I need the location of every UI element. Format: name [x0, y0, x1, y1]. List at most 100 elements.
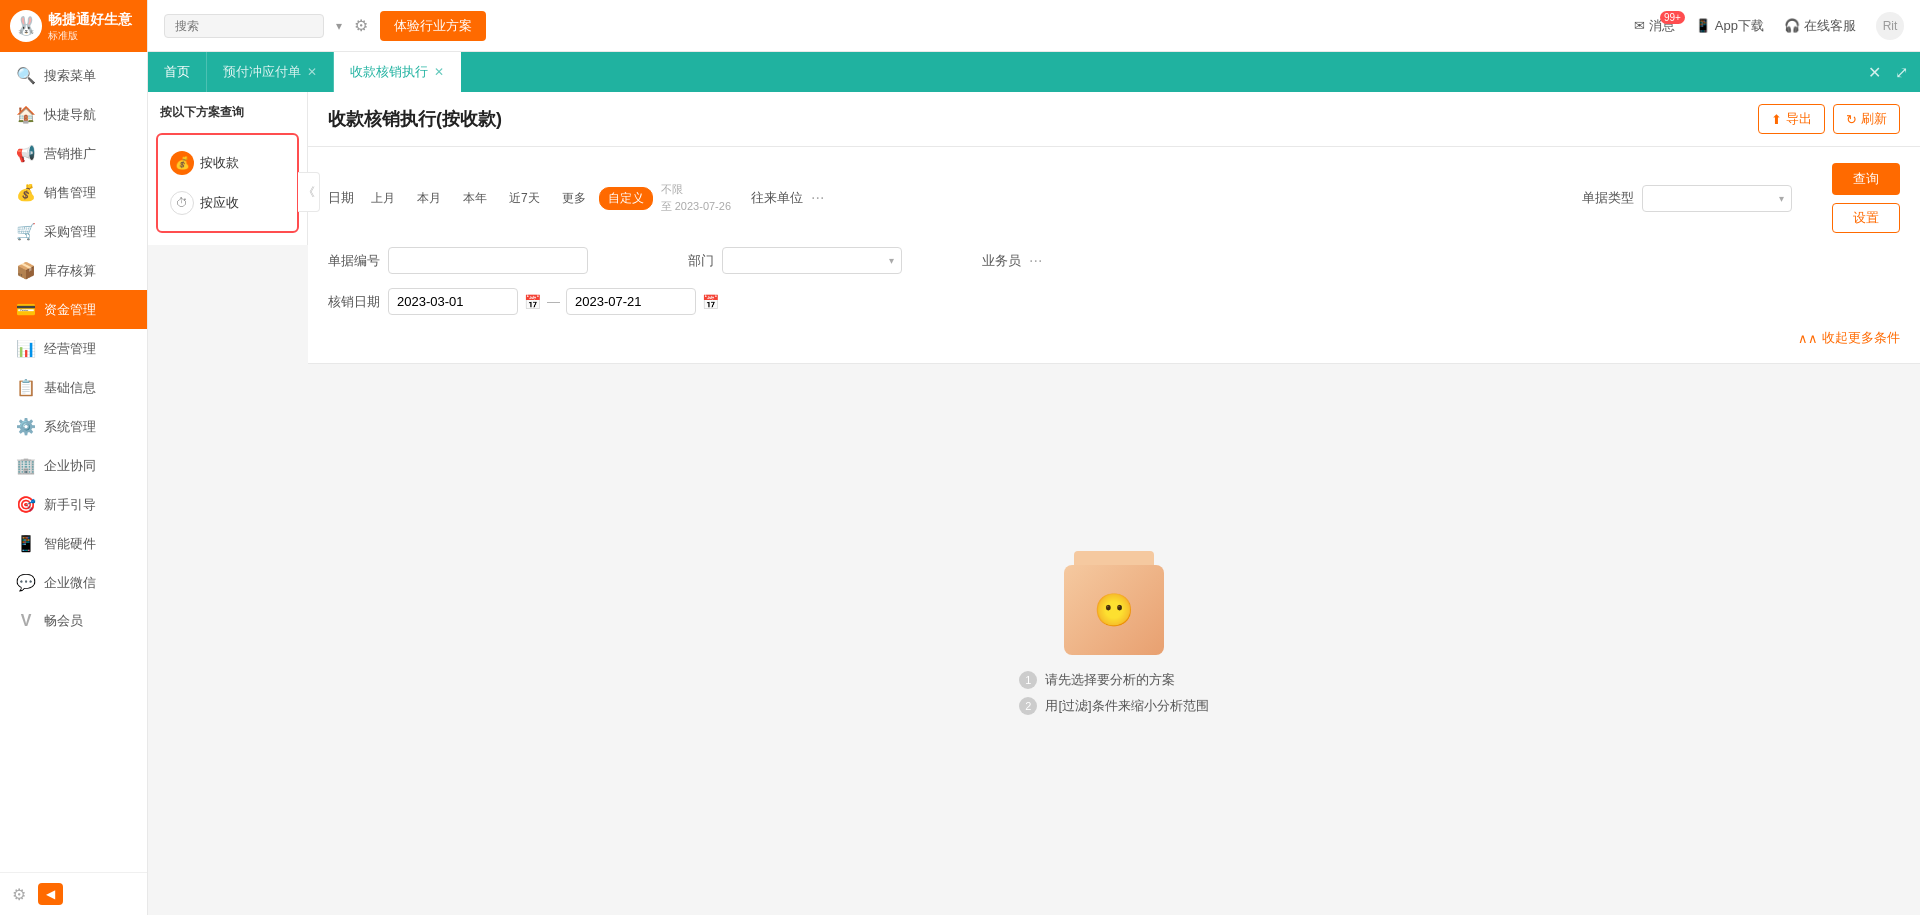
main-area: ▾ ⚙ 体验行业方案 ✉ 消息 99+ 📱 App下载 🎧 在线客服 Rit — [148, 0, 1920, 915]
calendar-end-icon[interactable]: 📅 — [702, 294, 719, 310]
sales-icon: 💰 — [16, 183, 36, 202]
filter-by-receipt[interactable]: 💰 按收款 — [162, 143, 293, 183]
tab-close-icon[interactable]: ✕ — [434, 65, 444, 79]
offset-date-start-input[interactable] — [388, 288, 518, 315]
search-input[interactable] — [164, 14, 324, 38]
sidebar-logo: 🐰 畅捷通好生意 标准版 — [0, 0, 147, 52]
left-panel-collapse-btn[interactable]: 《 — [298, 172, 320, 212]
sidebar-item-inventory[interactable]: 📦 库存核算 — [0, 251, 147, 290]
left-panel-title: 按以下方案查询 — [156, 104, 299, 121]
filter-by-receivable[interactable]: ⏱ 按应收 — [162, 183, 293, 223]
sidebar-item-label: 采购管理 — [44, 223, 96, 241]
sidebar-item-quick-nav[interactable]: 🏠 快捷导航 — [0, 95, 147, 134]
sidebar-item-business[interactable]: 📊 经营管理 — [0, 329, 147, 368]
message-button[interactable]: ✉ 消息 99+ — [1634, 17, 1675, 35]
logo-sub-text: 标准版 — [48, 29, 132, 42]
hint-number-2: 2 — [1019, 697, 1037, 715]
app-label: App下载 — [1715, 17, 1764, 35]
tab-prepay-offset[interactable]: 预付冲应付单 ✕ — [207, 52, 334, 92]
sidebar-item-system[interactable]: ⚙️ 系统管理 — [0, 407, 147, 446]
sidebar-collapse-btn[interactable]: ◀ — [38, 883, 63, 905]
counterpart-more-icon[interactable]: ··· — [811, 189, 824, 207]
date-to-text: 至 2023-07-26 — [661, 199, 731, 214]
date-label: 日期 — [328, 189, 354, 207]
date-btn-this-month[interactable]: 本月 — [408, 187, 450, 210]
solution-button[interactable]: 体验行业方案 — [380, 11, 486, 41]
tab-receipt-offset[interactable]: 收款核销执行 ✕ — [334, 52, 461, 92]
collapse-more-label: 收起更多条件 — [1822, 329, 1900, 347]
logo-icon: 🐰 — [10, 10, 42, 42]
sidebar-item-label: 基础信息 — [44, 379, 96, 397]
tab-home[interactable]: 首页 — [148, 52, 207, 92]
main-content: 收款核销执行(按收款) ⬆ 导出 ↻ 刷新 — [308, 92, 1920, 915]
avatar: Rit — [1876, 12, 1904, 40]
date-btn-this-year[interactable]: 本年 — [454, 187, 496, 210]
filter-area: 日期 上月 本月 本年 近7天 更多 自定义 不限 至 — [308, 147, 1920, 364]
sidebar-item-enterprise[interactable]: 🏢 企业协同 — [0, 446, 147, 485]
filter-row-3: 核销日期 📅 — 📅 — [328, 288, 1900, 315]
sidebar-item-basic-info[interactable]: 📋 基础信息 — [0, 368, 147, 407]
sidebar-item-purchase[interactable]: 🛒 采购管理 — [0, 212, 147, 251]
user-profile[interactable]: Rit — [1876, 12, 1904, 40]
app-download-button[interactable]: 📱 App下载 — [1695, 17, 1764, 35]
settings-button[interactable]: 设置 — [1832, 203, 1900, 233]
empty-state: 😶 1 请先选择要分析的方案 2 用[过滤]条件来缩小分析范围 — [308, 364, 1920, 915]
staff-more-icon[interactable]: ··· — [1029, 252, 1042, 270]
sidebar-item-label: 新手引导 — [44, 496, 96, 514]
doc-type-select[interactable] — [1642, 185, 1792, 212]
sidebar-item-label: 销售管理 — [44, 184, 96, 202]
export-button[interactable]: ⬆ 导出 — [1758, 104, 1825, 134]
receivable-icon: ⏱ — [170, 191, 194, 215]
date-btn-custom[interactable]: 自定义 — [599, 187, 653, 210]
query-button[interactable]: 查询 — [1832, 163, 1900, 195]
collapse-more-btn[interactable]: ∧∧ 收起更多条件 — [328, 329, 1900, 347]
page-header: 收款核销执行(按收款) ⬆ 导出 ↻ 刷新 — [308, 92, 1920, 147]
sidebar-item-sales[interactable]: 💰 销售管理 — [0, 173, 147, 212]
service-label: 在线客服 — [1804, 17, 1856, 35]
empty-face-icon: 😶 — [1094, 591, 1134, 629]
content-area: 按以下方案查询 💰 按收款 ⏱ 按应收 《 收款核销执行(按收款) — [148, 92, 1920, 915]
filter-row-1: 日期 上月 本月 本年 近7天 更多 自定义 不限 至 — [328, 163, 1900, 233]
offset-date-label: 核销日期 — [328, 293, 380, 311]
tab-close-all-icon[interactable]: ✕ — [1864, 59, 1885, 86]
dept-select[interactable] — [722, 247, 902, 274]
sidebar-nav: 🔍 搜索菜单 🏠 快捷导航 📢 营销推广 💰 销售管理 🛒 采购管理 📦 库存核… — [0, 52, 147, 872]
app-icon: 📱 — [1695, 18, 1711, 33]
export-icon: ⬆ — [1771, 112, 1782, 127]
finance-icon: 💳 — [16, 300, 36, 319]
page-title: 收款核销执行(按收款) — [328, 107, 502, 131]
offset-date-end-input[interactable] — [566, 288, 696, 315]
staff-filter-group: 业务员 ··· — [982, 252, 1042, 270]
settings-icon[interactable]: ⚙ — [12, 885, 26, 904]
empty-illustration: 😶 — [1064, 565, 1164, 655]
date-btn-last-month[interactable]: 上月 — [362, 187, 404, 210]
filter-wrapper: 日期 上月 本月 本年 近7天 更多 自定义 不限 至 — [308, 147, 1920, 364]
sidebar-item-wechat[interactable]: 💬 企业微信 — [0, 563, 147, 602]
date-btn-last-7-days[interactable]: 近7天 — [500, 187, 549, 210]
sidebar-item-finance[interactable]: 💳 资金管理 — [0, 290, 147, 329]
tab-close-icon[interactable]: ✕ — [307, 65, 317, 79]
sidebar-item-label: 资金管理 — [44, 301, 96, 319]
sidebar-item-search-menu[interactable]: 🔍 搜索菜单 — [0, 56, 147, 95]
date-filter-group: 日期 上月 本月 本年 近7天 更多 自定义 不限 至 — [328, 182, 731, 214]
date-quick-buttons: 上月 本月 本年 近7天 更多 自定义 — [362, 187, 653, 210]
gear-icon[interactable]: ⚙ — [354, 16, 368, 35]
calendar-start-icon[interactable]: 📅 — [524, 294, 541, 310]
sidebar-item-guide[interactable]: 🎯 新手引导 — [0, 485, 147, 524]
sidebar-item-member[interactable]: V 畅会员 — [0, 602, 147, 640]
sidebar-item-label: 智能硬件 — [44, 535, 96, 553]
refresh-button[interactable]: ↻ 刷新 — [1833, 104, 1900, 134]
service-button[interactable]: 🎧 在线客服 — [1784, 17, 1856, 35]
sidebar-item-label: 营销推广 — [44, 145, 96, 163]
hardware-icon: 📱 — [16, 534, 36, 553]
date-btn-more[interactable]: 更多 — [553, 187, 595, 210]
service-icon: 🎧 — [1784, 18, 1800, 33]
sidebar-item-hardware[interactable]: 📱 智能硬件 — [0, 524, 147, 563]
doc-no-input[interactable] — [388, 247, 588, 274]
sidebar-item-marketing[interactable]: 📢 营销推广 — [0, 134, 147, 173]
tab-expand-icon[interactable]: ⤢ — [1891, 59, 1912, 86]
purchase-icon: 🛒 — [16, 222, 36, 241]
doc-no-label: 单据编号 — [328, 252, 380, 270]
member-icon: V — [16, 612, 36, 630]
chevron-down-icon[interactable]: ▾ — [336, 19, 342, 33]
